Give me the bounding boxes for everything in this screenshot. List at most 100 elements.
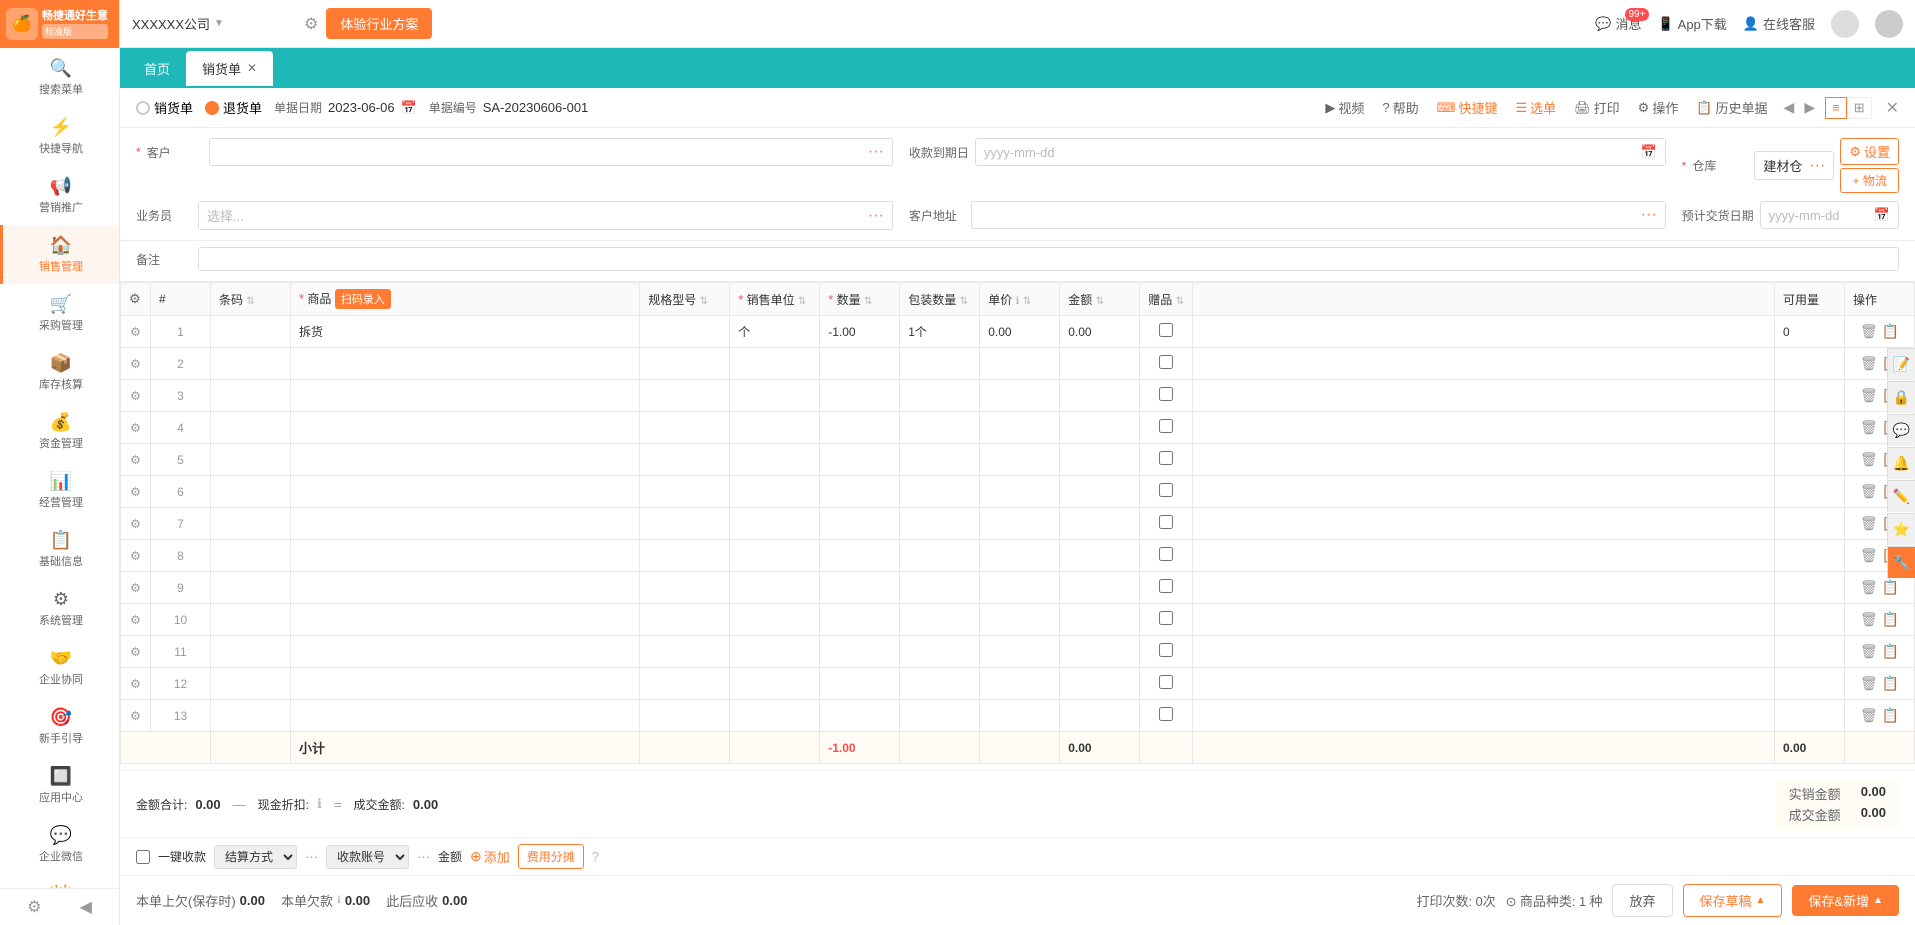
sidebar-item-system[interactable]: ⚙ 系统管理 (0, 579, 119, 638)
row-remark-cell[interactable] (1192, 636, 1774, 668)
experience-btn[interactable]: 体验行业方案 (326, 8, 432, 39)
sidebar-item-member[interactable]: 👑 畅会员 (0, 874, 119, 888)
row-gift-cell[interactable] (1140, 540, 1193, 572)
row-gift-cell[interactable] (1140, 444, 1193, 476)
row-delete-icon[interactable]: 🗑 (1860, 483, 1878, 500)
row-delete-icon[interactable]: 🗑 (1860, 419, 1878, 436)
sidebar-item-search[interactable]: 🔍 搜索菜单 (0, 48, 119, 107)
sidebar-collapse-btn[interactable]: ◀ (80, 897, 92, 917)
row-barcode-cell[interactable] (211, 700, 291, 732)
date-calendar-icon[interactable]: 📅 (401, 100, 417, 116)
row-pack-qty-cell[interactable] (900, 508, 980, 540)
sidebar-item-marketing[interactable]: 📢 营销推广 (0, 166, 119, 225)
row-gift-cell[interactable] (1140, 412, 1193, 444)
row-delete-icon[interactable]: 🗑 (1860, 515, 1878, 532)
customer-dots-icon[interactable]: ··· (868, 143, 884, 161)
row-product-cell[interactable] (291, 668, 640, 700)
row-unit-cell[interactable] (730, 508, 820, 540)
row-pack-qty-cell[interactable] (900, 380, 980, 412)
row-unit-cell[interactable] (730, 412, 820, 444)
row-delete-icon[interactable]: 🗑 (1860, 547, 1878, 564)
row-unit-price-cell[interactable] (980, 572, 1060, 604)
return-order-radio[interactable]: 退货单 (205, 98, 262, 117)
sidebar-item-quick-nav[interactable]: ⚡ 快捷导航 (0, 107, 119, 166)
rt-orange-btn[interactable]: 🔧 (1887, 546, 1915, 578)
row-delete-icon[interactable]: 🗑 (1860, 355, 1878, 372)
row-amount-cell[interactable] (1060, 508, 1140, 540)
expected-date-input[interactable]: yyyy-mm-dd 📅 (1760, 201, 1899, 229)
row-barcode-cell[interactable] (211, 316, 291, 348)
account-select[interactable]: 收款账号 (326, 845, 409, 869)
row-remark-cell[interactable] (1192, 540, 1774, 572)
row-qty-cell[interactable] (820, 540, 900, 572)
sidebar-item-sales[interactable]: 🏠 销售管理 (0, 225, 119, 284)
view-grid-btn[interactable]: ⊞ (1847, 97, 1872, 119)
th-gear[interactable]: ⚙ (121, 283, 151, 316)
row-unit-cell[interactable] (730, 636, 820, 668)
sidebar-item-app-center[interactable]: 🔲 应用中心 (0, 756, 119, 815)
row-unit-price-cell[interactable]: 0.00 (980, 316, 1060, 348)
row-unit-price-cell[interactable] (980, 604, 1060, 636)
row-amount-cell[interactable] (1060, 380, 1140, 412)
row-amount-cell[interactable] (1060, 604, 1140, 636)
rt-edit-btn[interactable]: ✏️ (1887, 480, 1915, 512)
row-spec-cell[interactable] (640, 348, 730, 380)
row-amount-cell[interactable]: 0.00 (1060, 316, 1140, 348)
row-unit-cell[interactable] (730, 700, 820, 732)
row-qty-cell[interactable] (820, 668, 900, 700)
expense-btn[interactable]: 费用分摊 (518, 844, 584, 869)
row-remark-cell[interactable] (1192, 316, 1774, 348)
abandon-btn[interactable]: 放弃 (1612, 884, 1672, 917)
row-gift-cell[interactable] (1140, 636, 1193, 668)
sidebar-item-operations[interactable]: 📊 经营管理 (0, 461, 119, 520)
row-amount-cell[interactable] (1060, 572, 1140, 604)
tab-home[interactable]: 首页 (128, 51, 186, 86)
view-list-btn[interactable]: ≡ (1825, 97, 1847, 119)
row-qty-cell[interactable] (820, 380, 900, 412)
row-pack-qty-cell[interactable] (900, 572, 980, 604)
row-unit-cell[interactable]: 个 (730, 316, 820, 348)
row-gift-cell[interactable] (1140, 380, 1193, 412)
row-gift-cell[interactable] (1140, 476, 1193, 508)
user-avatar2[interactable] (1875, 10, 1903, 38)
row-barcode-cell[interactable] (211, 348, 291, 380)
row-barcode-cell[interactable] (211, 604, 291, 636)
row-product-cell[interactable] (291, 444, 640, 476)
rt-lock-btn[interactable]: 🔒 (1887, 381, 1915, 413)
rt-star-btn[interactable]: ⭐ (1887, 513, 1915, 545)
row-qty-cell[interactable] (820, 444, 900, 476)
row-barcode-cell[interactable] (211, 636, 291, 668)
row-unit-price-cell[interactable] (980, 348, 1060, 380)
row-unit-cell[interactable] (730, 348, 820, 380)
customer-address-input[interactable]: ··· (971, 201, 1666, 229)
row-gift-cell[interactable] (1140, 348, 1193, 380)
message-btn[interactable]: 💬 消息 99+ (1595, 14, 1641, 33)
row-gift-cell[interactable] (1140, 668, 1193, 700)
row-amount-cell[interactable] (1060, 636, 1140, 668)
expected-date-calendar-icon[interactable]: 📅 (1874, 207, 1890, 223)
row-unit-cell[interactable] (730, 380, 820, 412)
row-qty-cell[interactable]: -1.00 (820, 316, 900, 348)
row-amount-cell[interactable] (1060, 668, 1140, 700)
operation-btn[interactable]: ⚙ 操作 (1632, 96, 1685, 119)
rt-notes-btn[interactable]: 📝 (1887, 348, 1915, 380)
row-unit-cell[interactable] (730, 668, 820, 700)
row-copy-icon[interactable]: 📋 (1882, 707, 1899, 724)
row-unit-price-cell[interactable] (980, 380, 1060, 412)
app-download-btn[interactable]: 📱 App下载 (1657, 14, 1726, 33)
row-qty-cell[interactable] (820, 572, 900, 604)
tab-close-icon[interactable]: ✕ (247, 61, 257, 75)
row-remark-cell[interactable] (1192, 508, 1774, 540)
row-pack-qty-cell[interactable] (900, 540, 980, 572)
row-gift-cell[interactable] (1140, 508, 1193, 540)
row-amount-cell[interactable] (1060, 444, 1140, 476)
sales-order-radio[interactable]: 销货单 (136, 98, 193, 117)
row-product-cell[interactable] (291, 412, 640, 444)
row-unit-cell[interactable] (730, 604, 820, 636)
save-new-btn[interactable]: 保存&新增 ▲ (1792, 885, 1899, 916)
add-payment-btn[interactable]: ⊕ 添加 (470, 847, 510, 866)
settlement-select[interactable]: 结算方式 (214, 845, 297, 869)
row-remark-cell[interactable] (1192, 444, 1774, 476)
row-gift-cell[interactable] (1140, 316, 1193, 348)
row-barcode-cell[interactable] (211, 572, 291, 604)
